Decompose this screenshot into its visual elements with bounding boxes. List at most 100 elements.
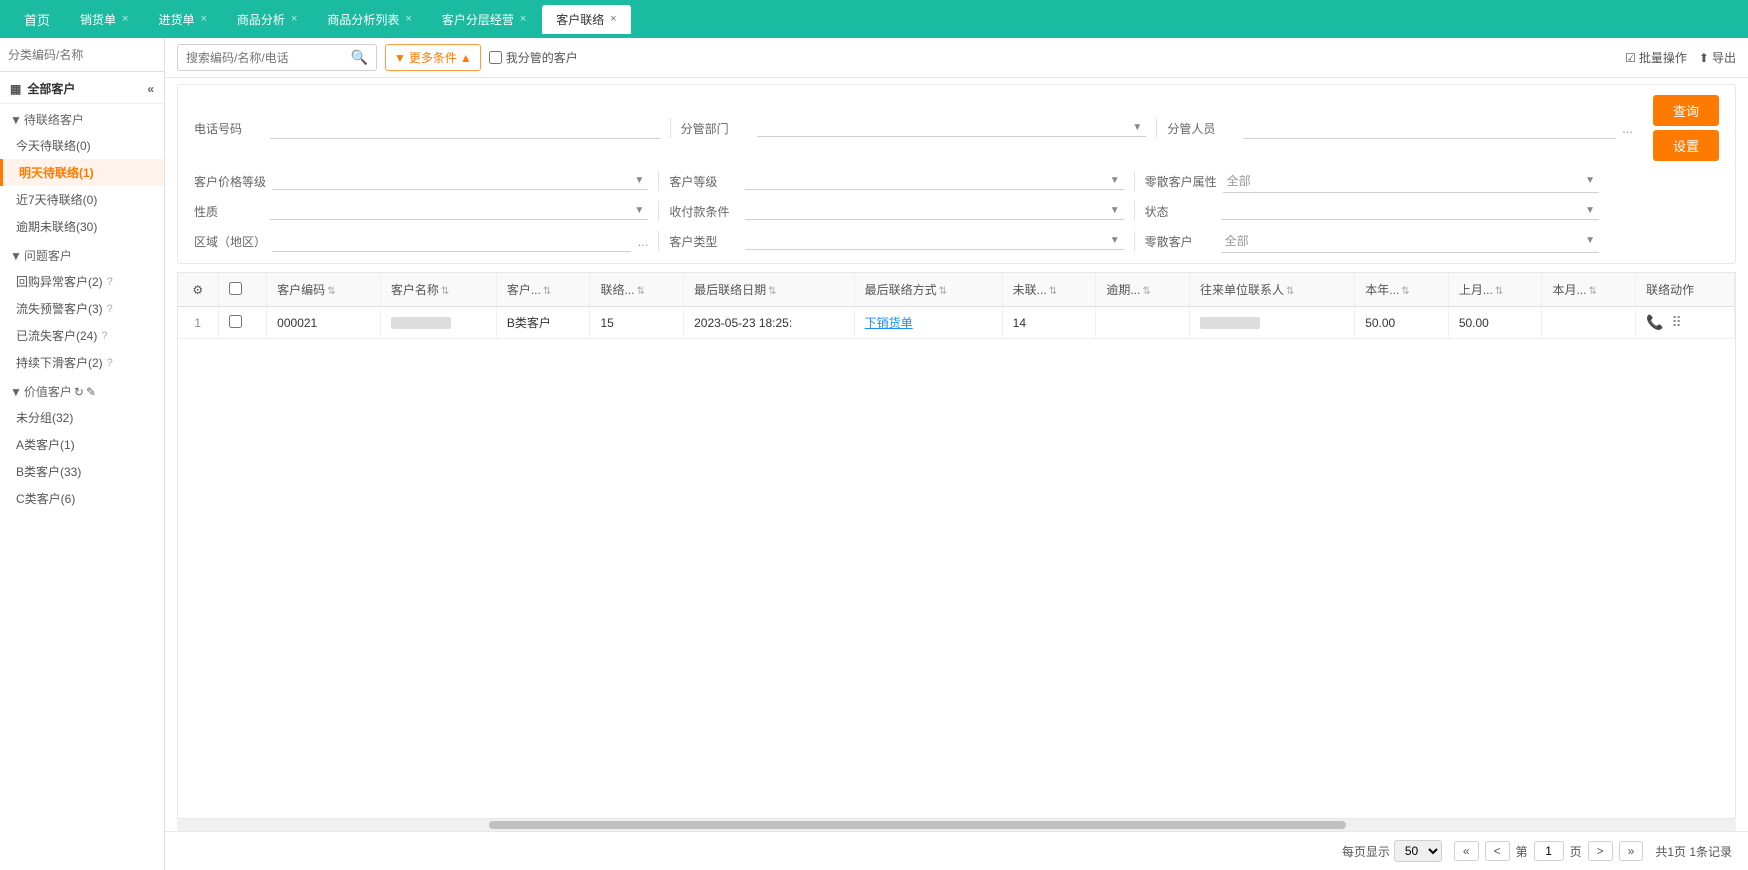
all-customers-header[interactable]: ▦ 全部客户 «: [0, 72, 164, 104]
batch-operation-button[interactable]: ☑ 批量操作: [1625, 49, 1687, 66]
nature-select[interactable]: ▼: [270, 202, 648, 220]
table-header-row: ⚙ 客户编码⇅ 客户名称⇅ 客户...⇅ 联络...⇅ 最后联络日期⇅ 最后联络…: [178, 273, 1735, 307]
cell-name: [380, 307, 496, 339]
area-dots[interactable]: ...: [637, 234, 648, 249]
nav-customer-contact[interactable]: 客户联络 ×: [542, 5, 630, 34]
main-search-input[interactable]: [186, 51, 347, 65]
close-customer-contact[interactable]: ×: [610, 13, 616, 25]
close-customer-segmentation[interactable]: ×: [520, 13, 526, 25]
sidebar-search-input[interactable]: [8, 48, 163, 62]
settings-button[interactable]: 设置: [1653, 130, 1719, 161]
col-last-month[interactable]: 上月...⇅: [1448, 273, 1542, 307]
retail-attr-select[interactable]: 全部 ▼: [1223, 169, 1599, 193]
group-problem-customers[interactable]: ▼ 问题客户: [0, 240, 164, 268]
page-size-select[interactable]: 50: [1394, 840, 1442, 862]
scrollbar-thumb[interactable]: [489, 821, 1346, 829]
col-action: 联络动作: [1636, 273, 1735, 307]
group-arrow: ▼: [10, 113, 22, 127]
select-all-checkbox[interactable]: [229, 282, 242, 295]
col-this-month[interactable]: 本月...⇅: [1542, 273, 1636, 307]
sidebar-item-churned[interactable]: 已流失客户(24) ?: [0, 322, 164, 349]
query-button[interactable]: 查询: [1653, 95, 1719, 126]
export-button[interactable]: ⬆ 导出: [1699, 49, 1736, 66]
page-size-control: 每页显示 50: [1342, 840, 1442, 862]
sidebar-item-b-class[interactable]: B类客户(33): [0, 458, 164, 485]
col-uncontacted[interactable]: 未联...⇅: [1002, 273, 1096, 307]
customer-type-select[interactable]: ▼: [745, 232, 1123, 250]
close-product-analysis[interactable]: ×: [291, 13, 297, 25]
contact-method-link[interactable]: 下销货单: [865, 316, 913, 330]
more-filters-button[interactable]: ▼ 更多条件 ▲: [385, 44, 481, 71]
phone-label: 电话号码: [194, 120, 264, 137]
sidebar-item-c-class[interactable]: C类客户(6): [0, 485, 164, 512]
edit-icon[interactable]: ✎: [86, 385, 96, 399]
row-checkbox[interactable]: [229, 315, 242, 328]
close-sales-order[interactable]: ×: [122, 13, 128, 25]
col-type[interactable]: 客户...⇅: [496, 273, 590, 307]
first-page-button[interactable]: «: [1454, 841, 1479, 861]
price-level-select[interactable]: ▼: [272, 172, 648, 190]
total-records-label: 共1页 1条记录: [1655, 843, 1732, 860]
my-customers-checkbox[interactable]: [489, 51, 502, 64]
group-pending-contact[interactable]: ▼ 待联络客户: [0, 104, 164, 132]
person-input[interactable]: [1243, 118, 1616, 139]
price-level-label: 客户价格等级: [194, 173, 266, 190]
sidebar-item-overdue-contact[interactable]: 逾期未联络(30): [0, 213, 164, 240]
main-search-box[interactable]: 🔍: [177, 44, 377, 71]
collapse-icon[interactable]: «: [147, 82, 154, 96]
nav-home[interactable]: 首页: [10, 4, 64, 35]
col-last-contact-date[interactable]: 最后联络日期⇅: [684, 273, 855, 307]
status-select[interactable]: ▼: [1221, 202, 1599, 220]
nav-product-analysis-list[interactable]: 商品分析列表 ×: [313, 5, 425, 34]
col-overdue[interactable]: 逾期...⇅: [1096, 273, 1190, 307]
col-name[interactable]: 客户名称⇅: [380, 273, 496, 307]
sidebar-item-ungrouped[interactable]: 未分组(32): [0, 404, 164, 431]
nav-sales-order[interactable]: 销货单 ×: [66, 5, 142, 34]
nav-customer-segmentation[interactable]: 客户分层经营 ×: [428, 5, 540, 34]
sidebar-search-bar: 🔍: [0, 38, 164, 72]
person-dots[interactable]: ...: [1622, 121, 1633, 136]
col-code[interactable]: 客户编码⇅: [267, 273, 381, 307]
more-action-icon[interactable]: ⠿: [1672, 314, 1682, 331]
filter-price-level: 客户价格等级 ▼: [194, 172, 648, 190]
cell-checkbox[interactable]: [218, 307, 267, 339]
sidebar-item-churn-warning[interactable]: 流失预警客户(3) ?: [0, 295, 164, 322]
nav-purchase-order[interactable]: 进货单 ×: [144, 5, 220, 34]
payment-select[interactable]: ▼: [745, 202, 1123, 220]
col-last-contact-method[interactable]: 最后联络方式⇅: [854, 273, 1002, 307]
sidebar-item-declining[interactable]: 持续下滑客户(2) ?: [0, 349, 164, 376]
area-input[interactable]: [272, 231, 631, 252]
refresh-icon[interactable]: ↻: [74, 385, 84, 399]
col-checkbox[interactable]: [218, 273, 267, 307]
retail-customer-select[interactable]: 全部 ▼: [1221, 229, 1599, 253]
nav-product-analysis[interactable]: 商品分析 ×: [223, 5, 311, 34]
horizontal-scrollbar[interactable]: [177, 819, 1736, 831]
sidebar-item-7day-contact[interactable]: 近7天待联络(0): [0, 186, 164, 213]
sidebar-item-repurchase-anomaly[interactable]: 回购异常客户(2) ?: [0, 268, 164, 295]
prev-page-button[interactable]: <: [1485, 841, 1510, 861]
last-page-button[interactable]: »: [1619, 841, 1644, 861]
my-customers-filter[interactable]: 我分管的客户: [489, 49, 578, 66]
close-product-analysis-list[interactable]: ×: [405, 13, 411, 25]
filter-customer-type: 客户类型 ▼: [669, 232, 1123, 250]
phone-input[interactable]: [270, 118, 660, 139]
call-icon[interactable]: 📞: [1646, 314, 1663, 331]
next-page-button[interactable]: >: [1588, 841, 1613, 861]
group-value-customers[interactable]: ▼ 价值客户 ↻ ✎: [0, 376, 164, 404]
col-unit-contact[interactable]: 往来单位联系人⇅: [1189, 273, 1354, 307]
col-contact[interactable]: 联络...⇅: [590, 273, 684, 307]
dept-select[interactable]: ▼: [757, 119, 1147, 137]
page-number-input[interactable]: [1534, 841, 1564, 861]
sidebar-item-today-contact[interactable]: 今天待联络(0): [0, 132, 164, 159]
sidebar-item-tomorrow-contact[interactable]: 明天待联络(1): [0, 159, 164, 186]
col-settings[interactable]: ⚙: [178, 273, 218, 307]
close-purchase-order[interactable]: ×: [200, 13, 206, 25]
grid-icon: ▦: [10, 82, 21, 96]
sidebar-item-a-class[interactable]: A类客户(1): [0, 431, 164, 458]
cell-last-contact-method[interactable]: 下销货单: [854, 307, 1002, 339]
cell-overdue: [1096, 307, 1190, 339]
status-label: 状态: [1145, 203, 1215, 220]
main-search-icon[interactable]: 🔍: [351, 49, 368, 66]
col-this-year[interactable]: 本年...⇅: [1355, 273, 1449, 307]
customer-level-select[interactable]: ▼: [745, 172, 1123, 190]
